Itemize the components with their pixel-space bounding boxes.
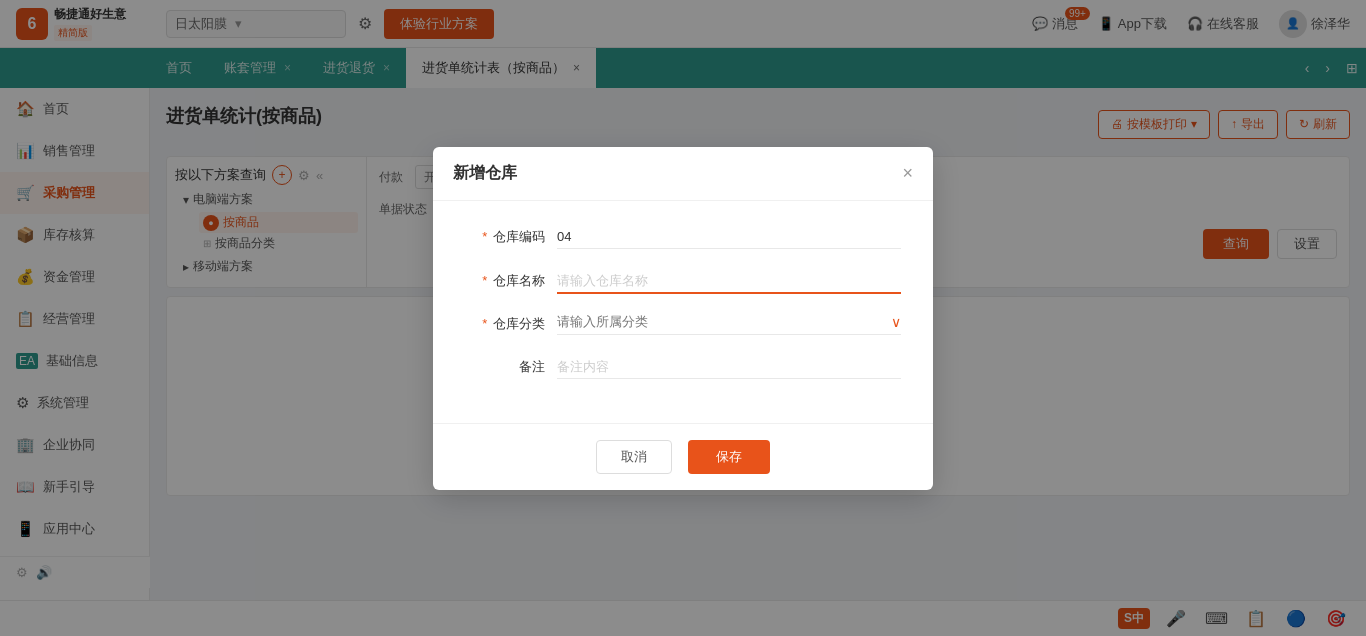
name-label: * 仓库名称 (465, 272, 545, 290)
category-input[interactable] (557, 314, 891, 329)
form-row-code: * 仓库编码 (465, 225, 901, 249)
save-button[interactable]: 保存 (688, 440, 770, 474)
modal-footer: 取消 保存 (433, 423, 933, 490)
category-dropdown-icon: ∨ (891, 314, 901, 330)
cancel-button[interactable]: 取消 (596, 440, 672, 474)
add-warehouse-modal: 新增仓库 × * 仓库编码 * 仓库名称 (433, 147, 933, 490)
code-label: * 仓库编码 (465, 228, 545, 246)
modal-overlay[interactable]: 新增仓库 × * 仓库编码 * 仓库名称 (0, 0, 1366, 636)
code-input[interactable] (557, 225, 901, 249)
category-label: * 仓库分类 (465, 315, 545, 333)
remark-label: 备注 (465, 358, 545, 376)
modal-close-button[interactable]: × (902, 163, 913, 184)
form-row-name: * 仓库名称 (465, 269, 901, 294)
modal-title: 新增仓库 (453, 163, 517, 184)
modal-body: * 仓库编码 * 仓库名称 * 仓库分类 (433, 201, 933, 423)
form-row-category: * 仓库分类 ∨ (465, 314, 901, 335)
remark-input[interactable] (557, 355, 901, 379)
form-row-remark: 备注 (465, 355, 901, 379)
modal-header: 新增仓库 × (433, 147, 933, 201)
name-input[interactable] (557, 269, 901, 294)
category-select-wrapper: ∨ (557, 314, 901, 335)
